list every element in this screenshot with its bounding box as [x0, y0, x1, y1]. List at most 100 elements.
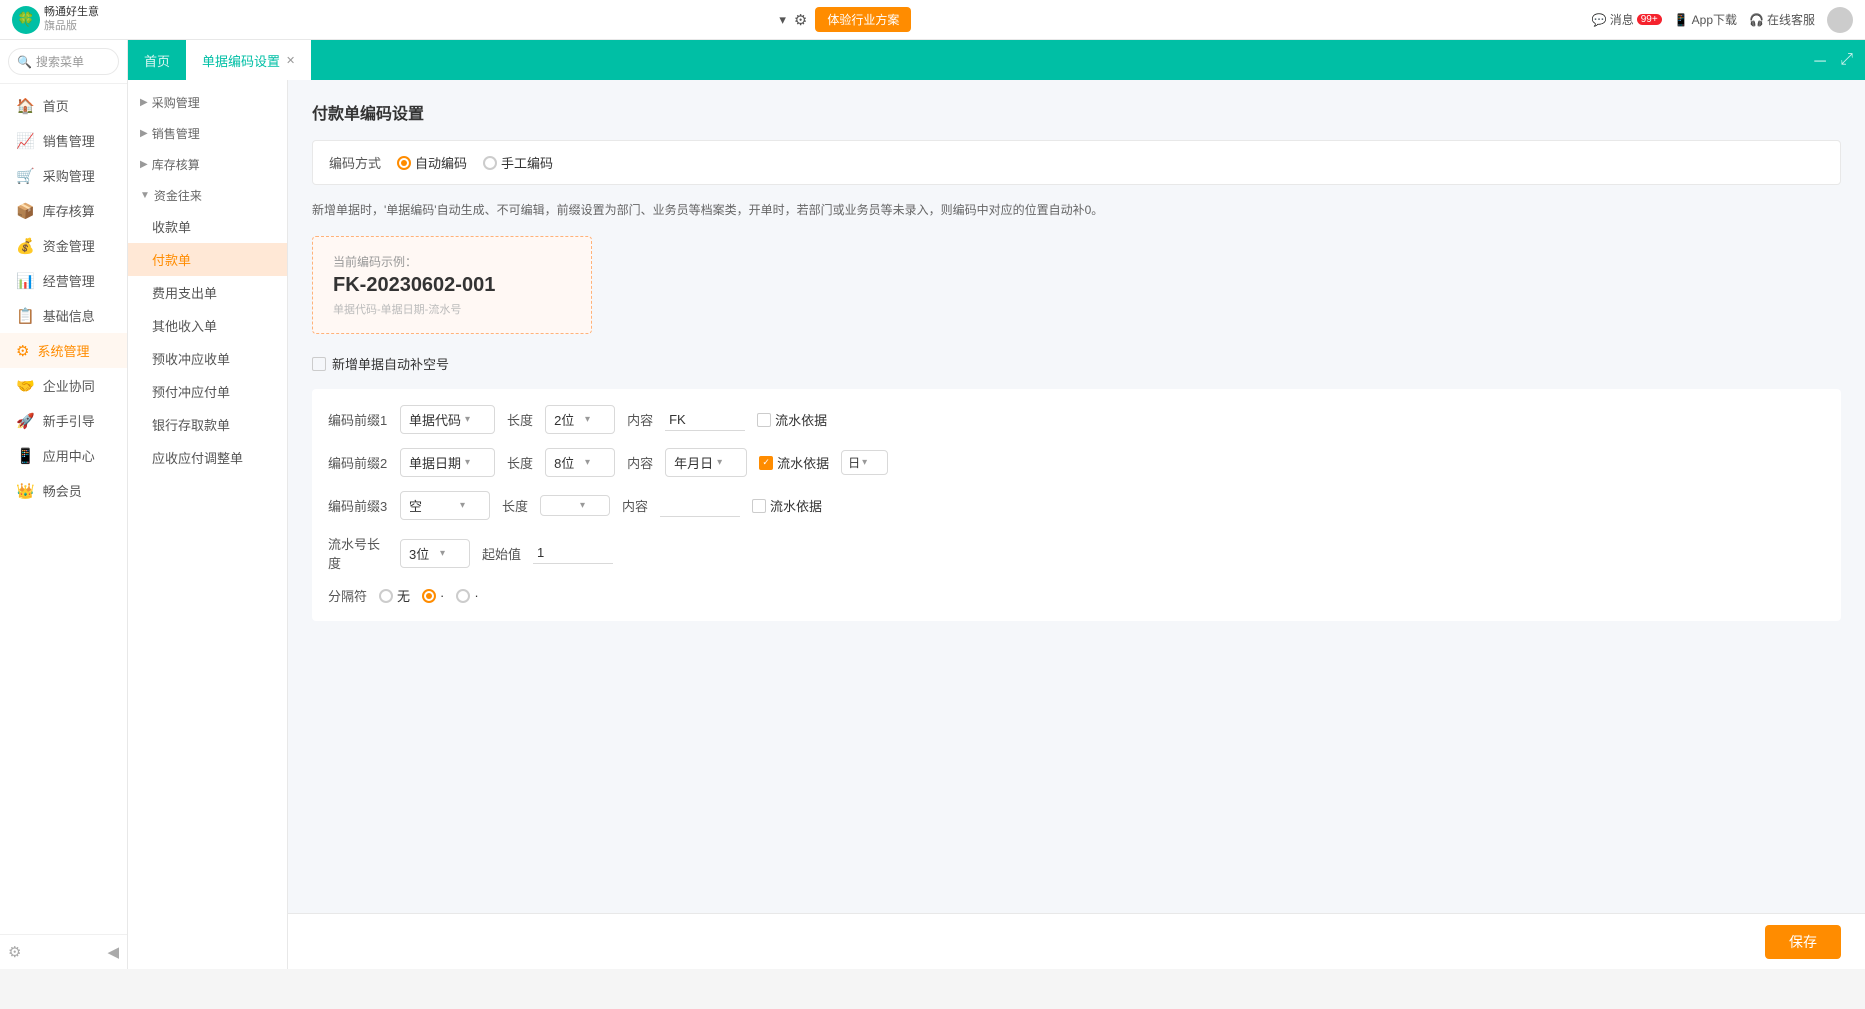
sidebar-item-home[interactable]: 🏠 首页 — [0, 88, 127, 123]
enterprise-icon: 🤝 — [16, 377, 35, 395]
prefix3-label: 编码前缀3 — [328, 496, 388, 515]
radio-auto[interactable]: 自动编码 — [397, 153, 467, 172]
left-nav-item-ar-adjust[interactable]: 应收应付调整单 — [128, 441, 287, 474]
sep-dot-circle — [422, 589, 436, 603]
page-title: 付款单编码设置 — [312, 100, 1841, 124]
sidebar-item-inventory[interactable]: 📦 库存核算 — [0, 193, 127, 228]
left-nav-funds-title[interactable]: ▼ 资金往来 — [128, 181, 287, 210]
sidebar: 🔍 搜索菜单 🏠 首页 📈 销售管理 🛒 采购管理 📦 库存核算 💰 — [0, 40, 128, 969]
sidebar-item-enterprise[interactable]: 🤝 企业协同 — [0, 368, 127, 403]
tab-bill-coding[interactable]: 单据编码设置 ✕ — [186, 40, 311, 80]
length2-select[interactable]: 8位 ▾ — [545, 448, 615, 477]
stream2-label: 流水依据 — [777, 453, 829, 472]
left-nav-item-payment[interactable]: 付款单 — [128, 243, 287, 276]
page-body: 付款单编码设置 编码方式 自动编码 手工编码 — [288, 80, 1865, 913]
app-download-btn[interactable]: 📱 App下载 — [1674, 11, 1737, 28]
finance-icon: 💰 — [16, 237, 35, 255]
save-button[interactable]: 保存 — [1765, 925, 1841, 959]
top-bar-center: ▾ ⚙ 体验行业方案 — [779, 7, 911, 32]
length1-select[interactable]: 2位 ▾ — [545, 405, 615, 434]
system-icon: ⚙ — [16, 342, 29, 360]
sidebar-item-operations[interactable]: 📊 经营管理 — [0, 263, 127, 298]
page-footer: 保存 — [288, 913, 1865, 969]
left-nav-sales-title[interactable]: ▶ 销售管理 — [128, 119, 287, 148]
user-avatar[interactable] — [1827, 7, 1853, 33]
prefix3-select[interactable]: 空 ▾ — [400, 491, 490, 520]
left-nav-group-purchase: ▶ 采购管理 — [128, 88, 287, 117]
content2-select[interactable]: 年月日 ▾ — [665, 448, 747, 477]
stream3-checkbox[interactable] — [752, 499, 766, 513]
sidebar-item-membership[interactable]: 👑 畅会员 — [0, 473, 127, 508]
form-row-serial: 流水号长度 3位 ▾ 起始值 — [328, 534, 1825, 572]
sidebar-item-sales[interactable]: 📈 销售管理 — [0, 123, 127, 158]
page-content: 付款单编码设置 编码方式 自动编码 手工编码 — [288, 80, 1865, 969]
radio-manual-label: 手工编码 — [501, 153, 553, 172]
sidebar-item-apps[interactable]: 📱 应用中心 — [0, 438, 127, 473]
newbie-icon: 🚀 — [16, 412, 35, 430]
left-nav-item-other-income[interactable]: 其他收入单 — [128, 309, 287, 342]
sidebar-item-system[interactable]: ⚙ 系统管理 — [0, 333, 127, 368]
coding-method-label: 编码方式 — [329, 153, 381, 172]
separator-options: 无 · · — [379, 586, 479, 605]
left-nav-purchase-title[interactable]: ▶ 采购管理 — [128, 88, 287, 117]
left-nav-item-bank[interactable]: 银行存取款单 — [128, 408, 287, 441]
left-nav-item-prepay-offset[interactable]: 预收冲应收单 — [128, 342, 287, 375]
tab-close-icon[interactable]: ✕ — [286, 54, 295, 67]
left-nav-item-receipt[interactable]: 收款单 — [128, 210, 287, 243]
form-row-prefix3: 编码前缀3 空 ▾ 长度 ▾ 内容 — [328, 491, 1825, 520]
separator-label: 分隔符 — [328, 586, 367, 605]
sep-dash[interactable]: · — [456, 588, 478, 603]
code-preview-label: 当前编码示例： — [333, 253, 571, 270]
message-btn[interactable]: 💬 消息 99+ — [1592, 11, 1662, 28]
prefix2-select[interactable]: 单据日期 ▾ — [400, 448, 495, 477]
left-nav-item-expense[interactable]: 费用支出单 — [128, 276, 287, 309]
stream2-extra-select[interactable]: 日 ▾ — [841, 450, 888, 475]
sidebar-collapse-btn[interactable]: ◀ — [107, 943, 119, 961]
main-layout: 🔍 搜索菜单 🏠 首页 📈 销售管理 🛒 采购管理 📦 库存核算 💰 — [0, 40, 1865, 969]
sidebar-bottom: ⚙ ◀ — [0, 934, 127, 969]
tab-home[interactable]: 首页 — [128, 40, 186, 80]
tab-maximize-btn[interactable]: ⤢ — [1836, 49, 1857, 71]
auto-fill-checkbox[interactable] — [312, 357, 326, 371]
length2-label: 长度 — [507, 453, 533, 472]
membership-icon: 👑 — [16, 482, 35, 500]
sidebar-item-newbie[interactable]: 🚀 新手引导 — [0, 403, 127, 438]
start-value-input[interactable] — [533, 542, 613, 564]
dropdown-btn[interactable]: ▾ — [779, 12, 786, 28]
content1-input[interactable] — [665, 409, 745, 431]
sidebar-item-finance[interactable]: 💰 资金管理 — [0, 228, 127, 263]
search-menu-btn[interactable]: 🔍 搜索菜单 — [8, 48, 119, 75]
settings-btn[interactable]: ⚙ — [794, 11, 807, 29]
left-nav-inventory-title[interactable]: ▶ 库存核算 — [128, 150, 287, 179]
sidebar-nav: 🏠 首页 📈 销售管理 🛒 采购管理 📦 库存核算 💰 资金管理 📊 经 — [0, 84, 127, 934]
tab-minimize-btn[interactable]: － — [1808, 46, 1832, 74]
stream1-checkbox[interactable] — [757, 413, 771, 427]
search-icon: 🔍 — [17, 55, 32, 69]
radio-manual[interactable]: 手工编码 — [483, 153, 553, 172]
sep-dash-label: · — [474, 588, 478, 603]
code-preview-value: FK-20230602-001 — [333, 274, 571, 297]
top-bar-right: 💬 消息 99+ 📱 App下载 🎧 在线客服 — [1592, 7, 1853, 33]
experience-btn[interactable]: 体验行业方案 — [815, 7, 911, 32]
prefix1-select[interactable]: 单据代码 ▾ — [400, 405, 495, 434]
content2-arrow: ▾ — [717, 457, 722, 468]
left-nav-group-inventory: ▶ 库存核算 — [128, 150, 287, 179]
left-nav: ▶ 采购管理 ▶ 销售管理 ▶ 库存核算 — [128, 80, 288, 969]
basics-icon: 📋 — [16, 307, 35, 325]
home-tab-label: 首页 — [144, 51, 170, 70]
tabs-bar: 首页 单据编码设置 ✕ － ⤢ — [128, 40, 1865, 80]
sep-none[interactable]: 无 — [379, 586, 410, 605]
service-btn[interactable]: 🎧 在线客服 — [1749, 11, 1815, 28]
sidebar-item-basics[interactable]: 📋 基础信息 — [0, 298, 127, 333]
length1-arrow: ▾ — [585, 414, 590, 425]
content3-input[interactable] — [660, 495, 740, 517]
stream2-checkbox[interactable]: ✓ — [759, 456, 773, 470]
length3-select[interactable]: ▾ — [540, 495, 610, 516]
sidebar-item-purchase[interactable]: 🛒 采购管理 — [0, 158, 127, 193]
sep-dot[interactable]: · — [422, 588, 444, 603]
serial-length-select[interactable]: 3位 ▾ — [400, 539, 470, 568]
left-nav-item-advance-offset[interactable]: 预付冲应付单 — [128, 375, 287, 408]
sidebar-settings-btn[interactable]: ⚙ — [8, 943, 21, 961]
separator-row: 分隔符 无 · — [328, 586, 1825, 605]
chevron-down-icon: ▼ — [140, 190, 150, 201]
